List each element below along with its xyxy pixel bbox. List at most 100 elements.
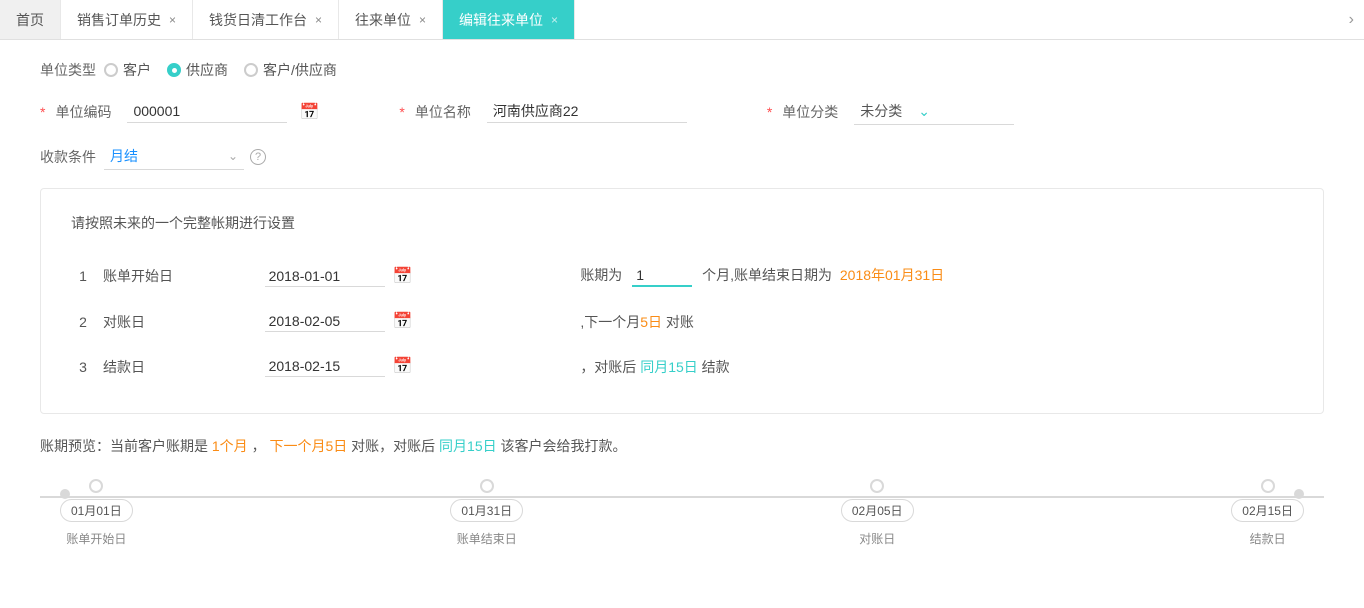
- tab-edit-contact-close[interactable]: ×: [551, 13, 558, 27]
- preview-text: 账期预览：当前客户账期是 1个月 ， 下一个月5日 对账，对账后 同月15日 该…: [40, 434, 1324, 459]
- unit-type-row: 单位类型 客户 供应商 客户/供应商: [40, 60, 1324, 80]
- tab-home[interactable]: 首页: [0, 0, 61, 39]
- unit-name-required: *: [399, 104, 404, 120]
- radio-customer-label: 客户: [123, 60, 151, 80]
- row-2-date-cell: 📅: [257, 299, 565, 344]
- tab-daily-clear-close[interactable]: ×: [315, 13, 322, 27]
- timeline-points: 01月01日 账单开始日 01月31日 账单结束日 02月05日 对账日 02月…: [60, 479, 1304, 547]
- billing-row-2: 2 对账日 📅 ,下一个月5日 对账: [71, 299, 1293, 344]
- help-icon[interactable]: ?: [250, 149, 266, 165]
- tab-edit-contact[interactable]: 编辑往来单位 ×: [443, 0, 575, 39]
- row-2-num: 2: [71, 299, 95, 344]
- tab-sales-history[interactable]: 销售订单历史 ×: [61, 0, 193, 39]
- tab-arrow-right[interactable]: ›: [1339, 0, 1364, 39]
- payment-condition-select[interactable]: 月结 ⌄: [104, 143, 244, 170]
- unit-category-required: *: [767, 104, 772, 120]
- row-1-date-cell: 📅: [257, 253, 565, 299]
- radio-both[interactable]: 客户/供应商: [244, 60, 337, 80]
- unit-name-label: 单位名称: [415, 102, 471, 122]
- unit-category-value: 未分类: [860, 101, 902, 121]
- radio-both-circle: [244, 63, 258, 77]
- row-3-num: 3: [71, 344, 95, 389]
- unit-name-input[interactable]: [487, 100, 687, 123]
- radio-both-label: 客户/供应商: [263, 60, 337, 80]
- payment-condition-label: 收款条件: [40, 147, 96, 167]
- row-3-highlight: 同月15日: [640, 359, 698, 375]
- billing-row-1: 1 账单开始日 📅 账期为 个月,账单结束日期为 2018年01月31日: [71, 253, 1293, 299]
- payment-condition-row: 收款条件 月结 ⌄ ?: [40, 143, 1324, 170]
- preview-sep2: 对账，对账后: [351, 438, 435, 454]
- row-3-prefix: ，对账后: [580, 359, 640, 375]
- row-3-date-cell: 📅: [257, 344, 565, 389]
- row-2-calendar-icon[interactable]: 📅: [392, 313, 412, 330]
- row-3-calendar-icon[interactable]: 📅: [392, 358, 412, 375]
- row-1-period-unit: 个月,账单结束日期为: [702, 267, 832, 283]
- row-2-label: 对账日: [95, 299, 257, 344]
- timeline-badge-4: 02月15日: [1231, 499, 1304, 522]
- row-1-calendar-icon[interactable]: 📅: [392, 268, 412, 285]
- unit-type-label: 单位类型: [40, 60, 96, 80]
- unit-category-select[interactable]: 未分类 ⌄: [854, 98, 1014, 125]
- timeline-dot-4: [1261, 479, 1275, 493]
- tab-sales-history-label: 销售订单历史: [77, 10, 161, 30]
- preview-prefix: 账期预览：当前客户账期是: [40, 438, 208, 454]
- radio-supplier[interactable]: 供应商: [167, 60, 228, 80]
- row-1-period-prefix: 账期为: [580, 267, 622, 283]
- row-2-highlight: 5日: [640, 314, 662, 330]
- row-2-suffix-cell: ,下一个月5日 对账: [564, 299, 1293, 344]
- main-content: 单位类型 客户 供应商 客户/供应商 * 单位编码 📅 * 单位名称: [0, 40, 1364, 608]
- radio-customer[interactable]: 客户: [104, 60, 151, 80]
- tab-contacts-close[interactable]: ×: [419, 13, 426, 27]
- row-1-period-input[interactable]: [632, 265, 692, 287]
- row-1-num: 1: [71, 253, 95, 299]
- row-3-suffix: 结款: [698, 359, 730, 375]
- timeline-dot-2: [480, 479, 494, 493]
- radio-group-unit-type: 客户 供应商 客户/供应商: [104, 60, 337, 80]
- tab-daily-clear-label: 钱货日清工作台: [209, 10, 307, 30]
- unit-category-arrow-icon: ⌄: [918, 103, 930, 120]
- timeline-container: 01月01日 账单开始日 01月31日 账单结束日 02月05日 对账日 02月…: [40, 479, 1324, 547]
- timeline-dot-1: [89, 479, 103, 493]
- preview-suffix: 该客户会给我打款。: [501, 438, 627, 454]
- unit-category-label: 单位分类: [782, 102, 838, 122]
- payment-condition-value: 月结: [110, 146, 138, 166]
- tab-contacts-label: 往来单位: [355, 10, 411, 30]
- timeline-label-4: 结款日: [1250, 530, 1286, 547]
- unit-code-calendar-icon[interactable]: 📅: [299, 102, 319, 122]
- row-1-period-cell: 账期为 个月,账单结束日期为 2018年01月31日: [564, 253, 1293, 299]
- row-2-suffix: 对账: [662, 314, 694, 330]
- timeline-dot-3: [870, 479, 884, 493]
- timeline-point-1: 01月01日 账单开始日: [60, 479, 133, 547]
- row-3-date-input[interactable]: [265, 356, 385, 377]
- preview-part2: 下一个月5日: [269, 438, 347, 454]
- timeline-badge-1: 01月01日: [60, 499, 133, 522]
- timeline-label-2: 账单结束日: [457, 530, 517, 547]
- row-3-suffix-cell: ，对账后 同月15日 结款: [564, 344, 1293, 389]
- billing-table: 1 账单开始日 📅 账期为 个月,账单结束日期为 2018年01月31日: [71, 253, 1293, 389]
- tab-home-label: 首页: [16, 10, 44, 30]
- timeline-badge-2: 01月31日: [450, 499, 523, 522]
- timeline-badge-3: 02月05日: [841, 499, 914, 522]
- radio-supplier-label: 供应商: [186, 60, 228, 80]
- radio-supplier-circle: [167, 63, 181, 77]
- tab-sales-history-close[interactable]: ×: [169, 13, 176, 27]
- row-1-end-date: 2018年01月31日: [840, 267, 944, 283]
- row-1-label: 账单开始日: [95, 253, 257, 299]
- tab-contacts[interactable]: 往来单位 ×: [339, 0, 443, 39]
- unit-info-row: * 单位编码 📅 * 单位名称 * 单位分类 未分类 ⌄: [40, 98, 1324, 125]
- row-2-date-input[interactable]: [265, 311, 385, 332]
- timeline-items: 01月01日 账单开始日 01月31日 账单结束日 02月05日 对账日 02月…: [60, 479, 1304, 547]
- unit-code-required: *: [40, 104, 45, 120]
- tab-daily-clear[interactable]: 钱货日清工作台 ×: [193, 0, 339, 39]
- row-2-prefix: ,下一个月: [580, 314, 640, 330]
- row-1-date-input[interactable]: [265, 266, 385, 287]
- timeline-point-2: 01月31日 账单结束日: [450, 479, 523, 547]
- preview-part1: 1个月: [212, 438, 248, 454]
- timeline-point-4: 02月15日 结款日: [1231, 479, 1304, 547]
- unit-code-input[interactable]: [127, 100, 287, 123]
- timeline-point-3: 02月05日 对账日: [841, 479, 914, 547]
- preview-sep1: ，: [252, 438, 266, 454]
- tab-edit-contact-label: 编辑往来单位: [459, 10, 543, 30]
- radio-customer-circle: [104, 63, 118, 77]
- section-title: 请按照未来的一个完整帐期进行设置: [71, 213, 1293, 233]
